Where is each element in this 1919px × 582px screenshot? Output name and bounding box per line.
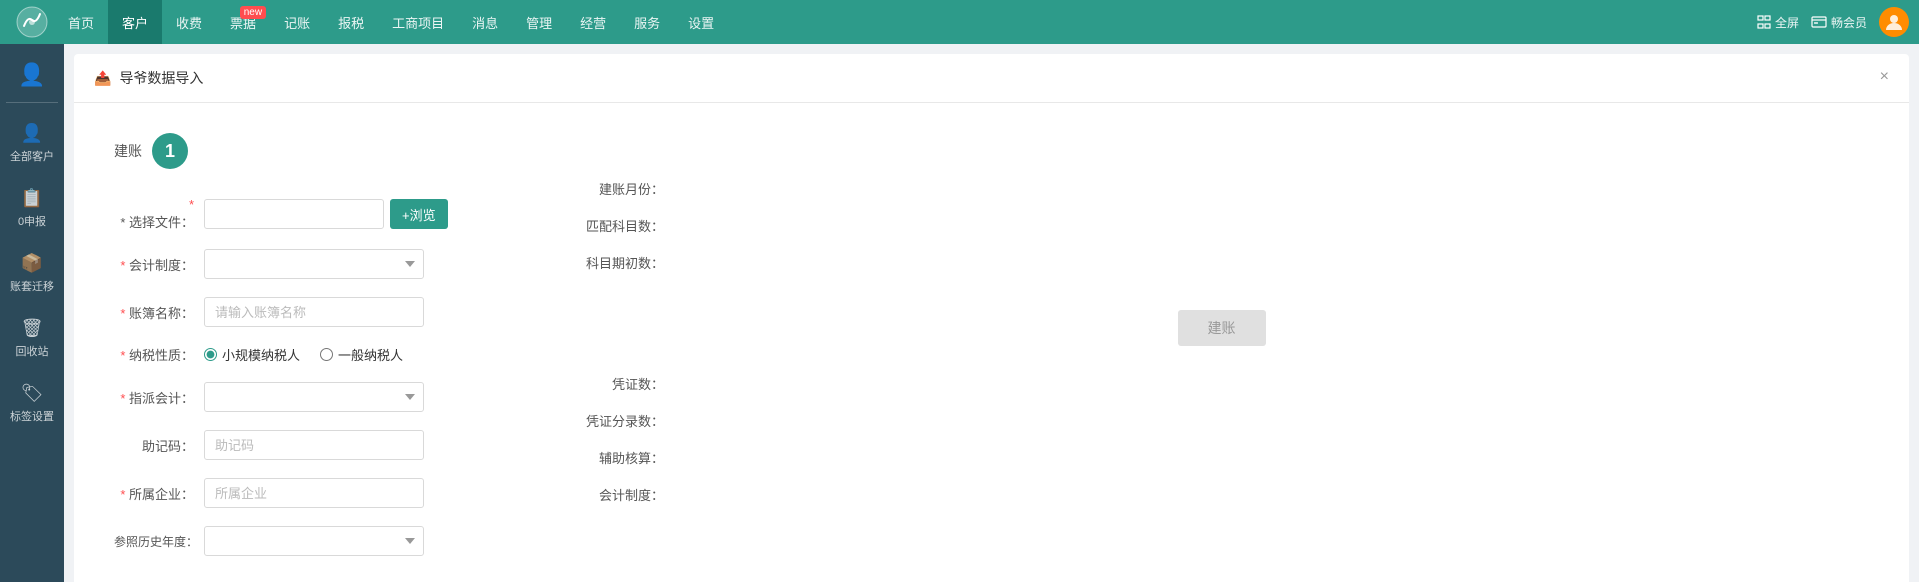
file-label: * * 选择文件： [114, 197, 194, 231]
belongs-company-label: * 所属企业： [114, 484, 194, 503]
nav-right-actions: 全屏 畅会员 [1757, 7, 1909, 37]
nav-tax[interactable]: 报税 [324, 0, 378, 44]
radio-general-taxpayer[interactable]: 一般纳税人 [320, 345, 403, 364]
sidebar-item-all-customers[interactable]: 👤 全部客户 [0, 113, 64, 174]
nav-services[interactable]: 服务 [620, 0, 674, 44]
new-badge: new [240, 6, 266, 19]
info-section: 建账月份： 匹配科目数： 科目期初数： 建账 [574, 133, 1869, 556]
file-select-row: * * 选择文件： +浏览 [114, 197, 534, 231]
avatar[interactable] [1879, 7, 1909, 37]
reference-year-label: 参照历史年度： [114, 533, 194, 550]
accounting-system-row: * 会计制度： [114, 249, 534, 279]
tax-type-radio-group: 小规模纳税人 一般纳税人 [204, 345, 403, 364]
assign-accountant-select[interactable] [204, 382, 424, 412]
accounting-system-info-row: 会计制度： [574, 485, 1869, 504]
memo-code-label: 助记码： [114, 436, 194, 455]
create-month-row: 建账月份： [574, 179, 1869, 198]
nav-invoice[interactable]: 票据 new [216, 0, 270, 44]
all-customers-icon: 👤 [21, 123, 43, 144]
dialog-header: 📤 导爷数据导入 × [74, 54, 1909, 103]
app-logo [10, 0, 54, 44]
accounting-system-info-label: 会计制度： [574, 485, 664, 504]
main-layout: 👤 👤 全部客户 📋 0申报 📦 账套迁移 🗑 回收站 🏷 标签设置 📤 [0, 44, 1919, 582]
voucher-entries-label: 凭证分录数： [574, 411, 664, 430]
create-account-button[interactable]: 建账 [1178, 310, 1266, 346]
tax-type-row: * 纳税性质： 小规模纳税人 一般纳税人 [114, 345, 534, 364]
create-month-label: 建账月份： [574, 179, 664, 198]
step-header: 建账 1 [114, 133, 534, 169]
general-taxpayer-label: 一般纳税人 [338, 345, 403, 364]
file-input-group: +浏览 [204, 199, 448, 229]
nav-management[interactable]: 管理 [512, 0, 566, 44]
accounting-system-select[interactable] [204, 249, 424, 279]
form-section: 建账 1 * * 选择文件： +浏览 [114, 133, 534, 556]
nav-menu: 首页 客户 收费 票据 new 记账 报税 工商项目 消息 管理 经营 服务 设… [54, 0, 1757, 44]
member-button[interactable]: 畅会员 [1811, 14, 1867, 31]
tag-icon: 🏷 [21, 383, 44, 404]
dialog-title: 导爷数据导入 [119, 68, 203, 88]
subject-init-label: 科目期初数： [574, 253, 664, 272]
ledger-name-label: * 账簿名称： [114, 303, 194, 322]
nav-bookkeeping[interactable]: 记账 [270, 0, 324, 44]
nav-operations[interactable]: 经营 [566, 0, 620, 44]
sidebar: 👤 👤 全部客户 📋 0申报 📦 账套迁移 🗑 回收站 🏷 标签设置 [0, 44, 64, 582]
match-subjects-row: 匹配科目数： [574, 216, 1869, 235]
belongs-company-input[interactable] [204, 478, 424, 508]
sidebar-item-recycle-bin[interactable]: 🗑 回收站 [0, 308, 64, 369]
declaration-icon: 📋 [21, 188, 43, 209]
step-label: 建账 [114, 141, 142, 161]
nav-home[interactable]: 首页 [54, 0, 108, 44]
tax-type-label: * 纳税性质： [114, 345, 194, 364]
memo-code-row: 助记码： [114, 430, 534, 460]
ledger-name-input[interactable] [204, 297, 424, 327]
memo-code-input[interactable] [204, 430, 424, 460]
match-subjects-label: 匹配科目数： [574, 216, 664, 235]
fullscreen-button[interactable]: 全屏 [1757, 14, 1799, 31]
recycle-icon: 🗑 [21, 318, 44, 339]
auxiliary-accounting-label: 辅助核算： [574, 448, 664, 467]
dialog-icon: 📤 [94, 70, 111, 87]
nav-billing[interactable]: 收费 [162, 0, 216, 44]
sidebar-logo: 👤 [6, 54, 57, 103]
file-input[interactable] [204, 199, 384, 229]
small-taxpayer-label: 小规模纳税人 [222, 345, 300, 364]
dialog-body: 建账 1 * * 选择文件： +浏览 [74, 103, 1909, 582]
voucher-count-row: 凭证数： [574, 374, 1869, 393]
dialog-card: 📤 导爷数据导入 × 建账 1 * [74, 54, 1909, 582]
migration-icon: 📦 [21, 253, 43, 274]
reference-year-row: 参照历史年度： [114, 526, 534, 556]
browse-button[interactable]: +浏览 [390, 199, 448, 229]
close-button[interactable]: × [1880, 68, 1889, 86]
nav-messages[interactable]: 消息 [458, 0, 512, 44]
assign-accountant-label: * 指派会计： [114, 388, 194, 407]
nav-customers[interactable]: 客户 [108, 0, 162, 44]
content-area: 📤 导爷数据导入 × 建账 1 * [64, 44, 1919, 582]
belongs-company-row: * 所属企业： [114, 478, 534, 508]
accounting-system-label: * 会计制度： [114, 255, 194, 274]
sidebar-item-zero-declaration[interactable]: 📋 0申报 [0, 178, 64, 239]
radio-small-taxpayer[interactable]: 小规模纳税人 [204, 345, 300, 364]
nav-business[interactable]: 工商项目 [378, 0, 458, 44]
top-navigation: 首页 客户 收费 票据 new 记账 报税 工商项目 消息 管理 经营 服务 设… [0, 0, 1919, 44]
sidebar-item-account-migration[interactable]: 📦 账套迁移 [0, 243, 64, 304]
nav-settings[interactable]: 设置 [674, 0, 728, 44]
step-circle: 1 [152, 133, 188, 169]
reference-year-select[interactable] [204, 526, 424, 556]
auxiliary-accounting-row: 辅助核算： [574, 448, 1869, 467]
voucher-entries-row: 凭证分录数： [574, 411, 1869, 430]
ledger-name-row: * 账簿名称： [114, 297, 534, 327]
voucher-count-label: 凭证数： [574, 374, 664, 393]
member-label: 畅会员 [1831, 14, 1867, 31]
sidebar-item-tag-settings[interactable]: 🏷 标签设置 [0, 373, 64, 434]
subject-init-row: 科目期初数： [574, 253, 1869, 272]
assign-accountant-row: * 指派会计： [114, 382, 534, 412]
fullscreen-label: 全屏 [1775, 14, 1799, 31]
